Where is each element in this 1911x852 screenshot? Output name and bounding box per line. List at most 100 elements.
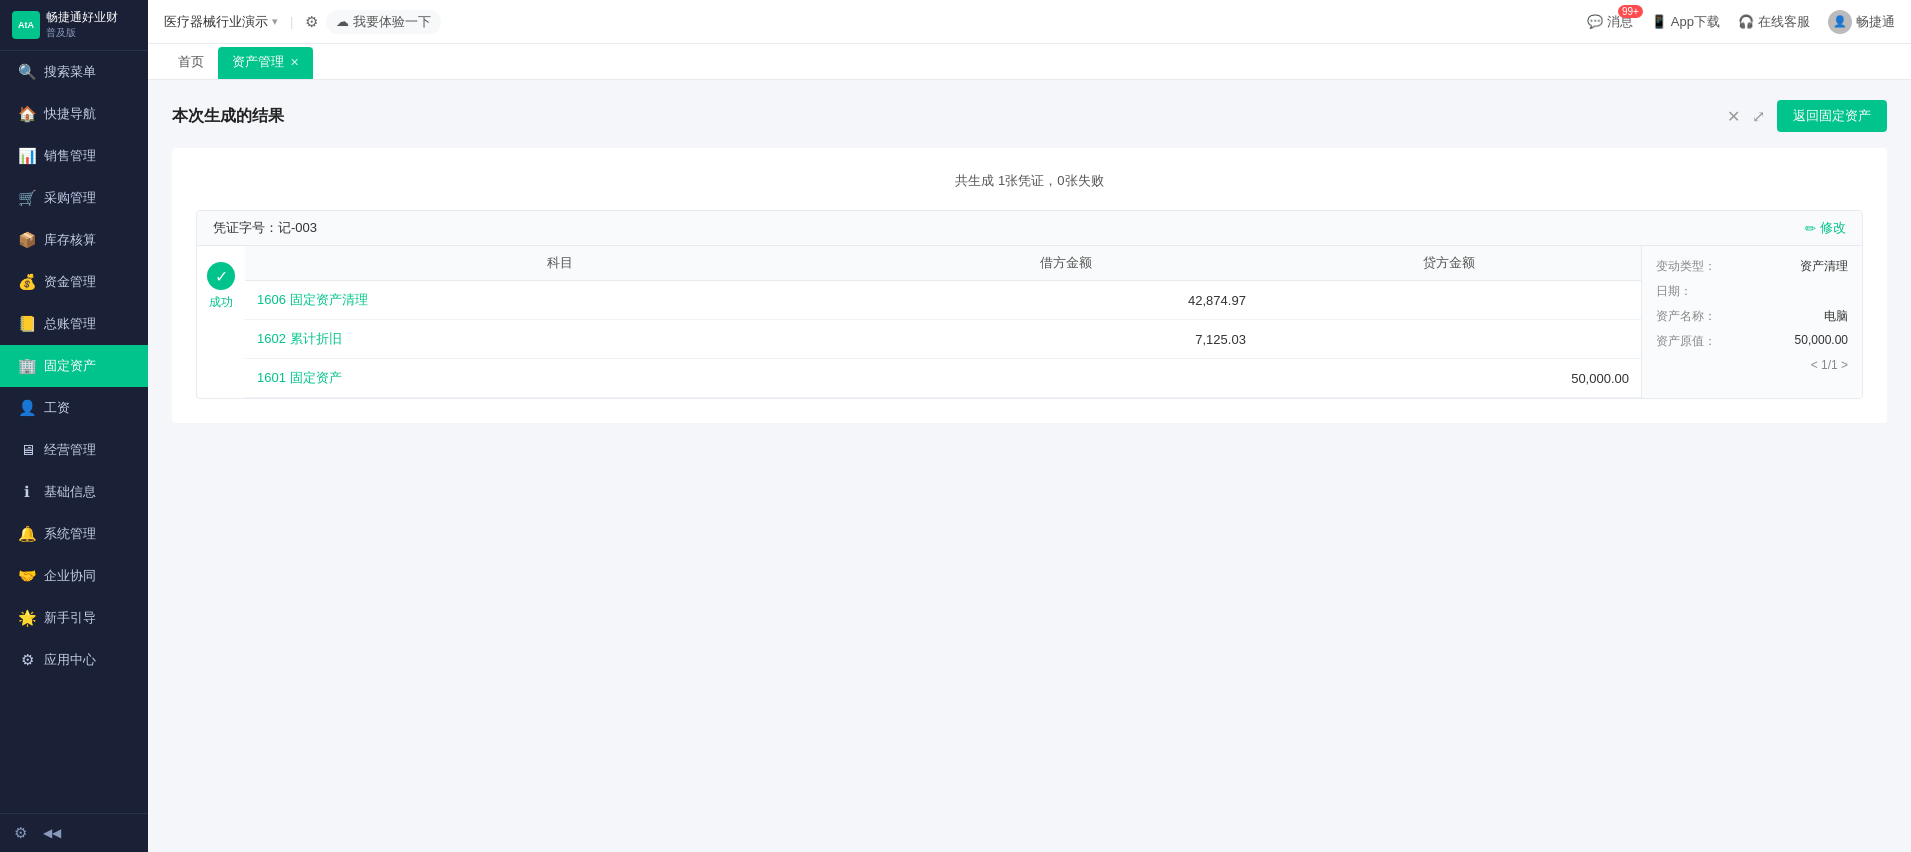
logo-text: 畅捷通好业财 <box>46 10 118 26</box>
row-debit-2: 7,125.03 <box>875 320 1258 359</box>
change-type-row: 变动类型： 资产清理 <box>1656 258 1848 275</box>
sidebar-item-apps[interactable]: ⚙ 应用中心 <box>0 639 148 681</box>
col-subject: 科目 <box>245 246 875 281</box>
row-credit-1 <box>1258 281 1641 320</box>
voucher-number: 凭证字号：记-003 <box>213 219 317 237</box>
return-button[interactable]: 返回固定资产 <box>1777 100 1887 132</box>
operations-icon: 🖥 <box>18 441 36 458</box>
sidebar-item-operations[interactable]: 🖥 经营管理 <box>0 429 148 471</box>
sidebar-item-label: 企业协同 <box>44 567 96 585</box>
sidebar-item-basic-info[interactable]: ℹ 基础信息 <box>0 471 148 513</box>
trial-button[interactable]: ☁ 我要体验一下 <box>326 10 441 34</box>
fixed-assets-icon: 🏢 <box>18 357 36 375</box>
sidebar-menu: 🔍 搜索菜单 🏠 快捷导航 📊 销售管理 🛒 采购管理 📦 库存核算 💰 资金管… <box>0 51 148 813</box>
sidebar-item-label: 新手引导 <box>44 609 96 627</box>
settings-icon[interactable]: ⚙ <box>305 13 318 31</box>
sidebar-item-label: 销售管理 <box>44 147 96 165</box>
voucher-side-info: 变动类型： 资产清理 日期： 资产名称： 电脑 资产原值： <box>1642 246 1862 398</box>
tab-asset-mgmt[interactable]: 资产管理 ✕ <box>218 47 313 79</box>
tab-home[interactable]: 首页 <box>164 47 218 79</box>
user-profile[interactable]: 👤 畅捷通 <box>1828 10 1895 34</box>
sidebar-bottom: ⚙ ◀◀ <box>0 813 148 852</box>
funds-icon: 💰 <box>18 273 36 291</box>
tab-home-label: 首页 <box>178 53 204 71</box>
row-subject-3: 1601 固定资产 <box>245 359 875 398</box>
sidebar-item-label: 采购管理 <box>44 189 96 207</box>
sidebar-logo: AtA 畅捷通好业财 普及版 <box>0 0 148 51</box>
home-icon: 🏠 <box>18 105 36 123</box>
sidebar-item-ledger[interactable]: 📒 总账管理 <box>0 303 148 345</box>
row-credit-2 <box>1258 320 1641 359</box>
sidebar-item-sales[interactable]: 📊 销售管理 <box>0 135 148 177</box>
asset-value-label: 资产原值： <box>1656 333 1716 350</box>
sidebar-item-fixed-assets[interactable]: 🏢 固定资产 <box>0 345 148 387</box>
sidebar-item-label: 总账管理 <box>44 315 96 333</box>
check-circle-icon: ✓ <box>207 262 235 290</box>
logo-sub: 普及版 <box>46 26 118 40</box>
change-type-value: 资产清理 <box>1800 258 1848 275</box>
row-subject-1: 1606 固定资产清理 <box>245 281 875 320</box>
guide-icon: 🌟 <box>18 609 36 627</box>
purchase-icon: 🛒 <box>18 189 36 207</box>
company-selector[interactable]: 医疗器械行业演示 ▾ <box>164 13 278 31</box>
change-type-label: 变动类型： <box>1656 258 1716 275</box>
pagination[interactable]: < 1/1 > <box>1656 358 1848 372</box>
success-label: 成功 <box>209 294 233 311</box>
sidebar-item-label: 应用中心 <box>44 651 96 669</box>
tab-close-icon[interactable]: ✕ <box>290 56 299 69</box>
col-credit: 贷方金额 <box>1258 246 1641 281</box>
basic-info-icon: ℹ <box>18 483 36 501</box>
voucher-table-wrapper: 科目 借方金额 贷方金额 1606 固定资产清理 42,874.97 <box>245 246 1641 398</box>
edit-button[interactable]: ✏ 修改 <box>1805 219 1846 237</box>
sidebar-item-label: 基础信息 <box>44 483 96 501</box>
tab-asset-mgmt-label: 资产管理 <box>232 53 284 71</box>
settings-bottom-icon[interactable]: ⚙ <box>14 824 27 842</box>
expand-icon[interactable]: ⤢ <box>1752 107 1765 126</box>
message-icon: 💬 <box>1587 14 1603 29</box>
payroll-icon: 👤 <box>18 399 36 417</box>
sidebar-item-inventory[interactable]: 📦 库存核算 <box>0 219 148 261</box>
sidebar-item-label: 工资 <box>44 399 70 417</box>
inventory-icon: 📦 <box>18 231 36 249</box>
company-name: 医疗器械行业演示 <box>164 13 268 31</box>
row-debit-3 <box>875 359 1258 398</box>
message-badge: 99+ <box>1618 5 1643 18</box>
sidebar-item-purchase[interactable]: 🛒 采购管理 <box>0 177 148 219</box>
sidebar-item-label: 快捷导航 <box>44 105 96 123</box>
online-service-button[interactable]: 🎧 在线客服 <box>1738 13 1810 31</box>
collapse-icon[interactable]: ◀◀ <box>43 826 61 840</box>
sidebar-item-guide[interactable]: 🌟 新手引导 <box>0 597 148 639</box>
sidebar-item-funds[interactable]: 💰 资金管理 <box>0 261 148 303</box>
sidebar-item-quick-nav[interactable]: 🏠 快捷导航 <box>0 93 148 135</box>
close-panel-icon[interactable]: ✕ <box>1727 107 1740 126</box>
topbar-left: 医疗器械行业演示 ▾ | ⚙ ☁ 我要体验一下 <box>164 10 441 34</box>
topbar-divider: | <box>290 14 293 29</box>
sidebar-item-payroll[interactable]: 👤 工资 <box>0 387 148 429</box>
voucher-table: 科目 借方金额 贷方金额 1606 固定资产清理 42,874.97 <box>245 246 1641 398</box>
message-button[interactable]: 💬 消息 99+ <box>1587 13 1633 31</box>
search-icon: 🔍 <box>18 63 36 81</box>
asset-value-row: 资产原值： 50,000.00 <box>1656 333 1848 350</box>
sales-icon: 📊 <box>18 147 36 165</box>
sidebar-item-search[interactable]: 🔍 搜索菜单 <box>0 51 148 93</box>
edit-label: 修改 <box>1820 219 1846 237</box>
main-area: 医疗器械行业演示 ▾ | ⚙ ☁ 我要体验一下 💬 消息 99+ 📱 App下载… <box>148 0 1911 852</box>
sidebar-item-cooperation[interactable]: 🤝 企业协同 <box>0 555 148 597</box>
dropdown-icon: ▾ <box>272 15 278 28</box>
avatar: 👤 <box>1828 10 1852 34</box>
edit-icon: ✏ <box>1805 221 1816 236</box>
table-row: 1601 固定资产 50,000.00 <box>245 359 1641 398</box>
sidebar-item-system[interactable]: 🔔 系统管理 <box>0 513 148 555</box>
online-service-label: 在线客服 <box>1758 13 1810 31</box>
app-download-button[interactable]: 📱 App下载 <box>1651 13 1720 31</box>
voucher-header: 凭证字号：记-003 ✏ 修改 <box>197 211 1862 246</box>
asset-value-value: 50,000.00 <box>1795 333 1848 350</box>
result-box: 共生成 1张凭证，0张失败 凭证字号：记-003 ✏ 修改 <box>172 148 1887 423</box>
sidebar: AtA 畅捷通好业财 普及版 🔍 搜索菜单 🏠 快捷导航 📊 销售管理 🛒 采购… <box>0 0 148 852</box>
success-mark: ✓ 成功 <box>197 246 245 398</box>
asset-name-row: 资产名称： 电脑 <box>1656 308 1848 325</box>
tabs-bar: 首页 资产管理 ✕ <box>148 44 1911 80</box>
sidebar-item-label: 固定资产 <box>44 357 96 375</box>
main-content: 本次生成的结果 ✕ ⤢ 返回固定资产 共生成 1张凭证，0张失败 凭证字号：记-… <box>148 80 1911 852</box>
cooperation-icon: 🤝 <box>18 567 36 585</box>
